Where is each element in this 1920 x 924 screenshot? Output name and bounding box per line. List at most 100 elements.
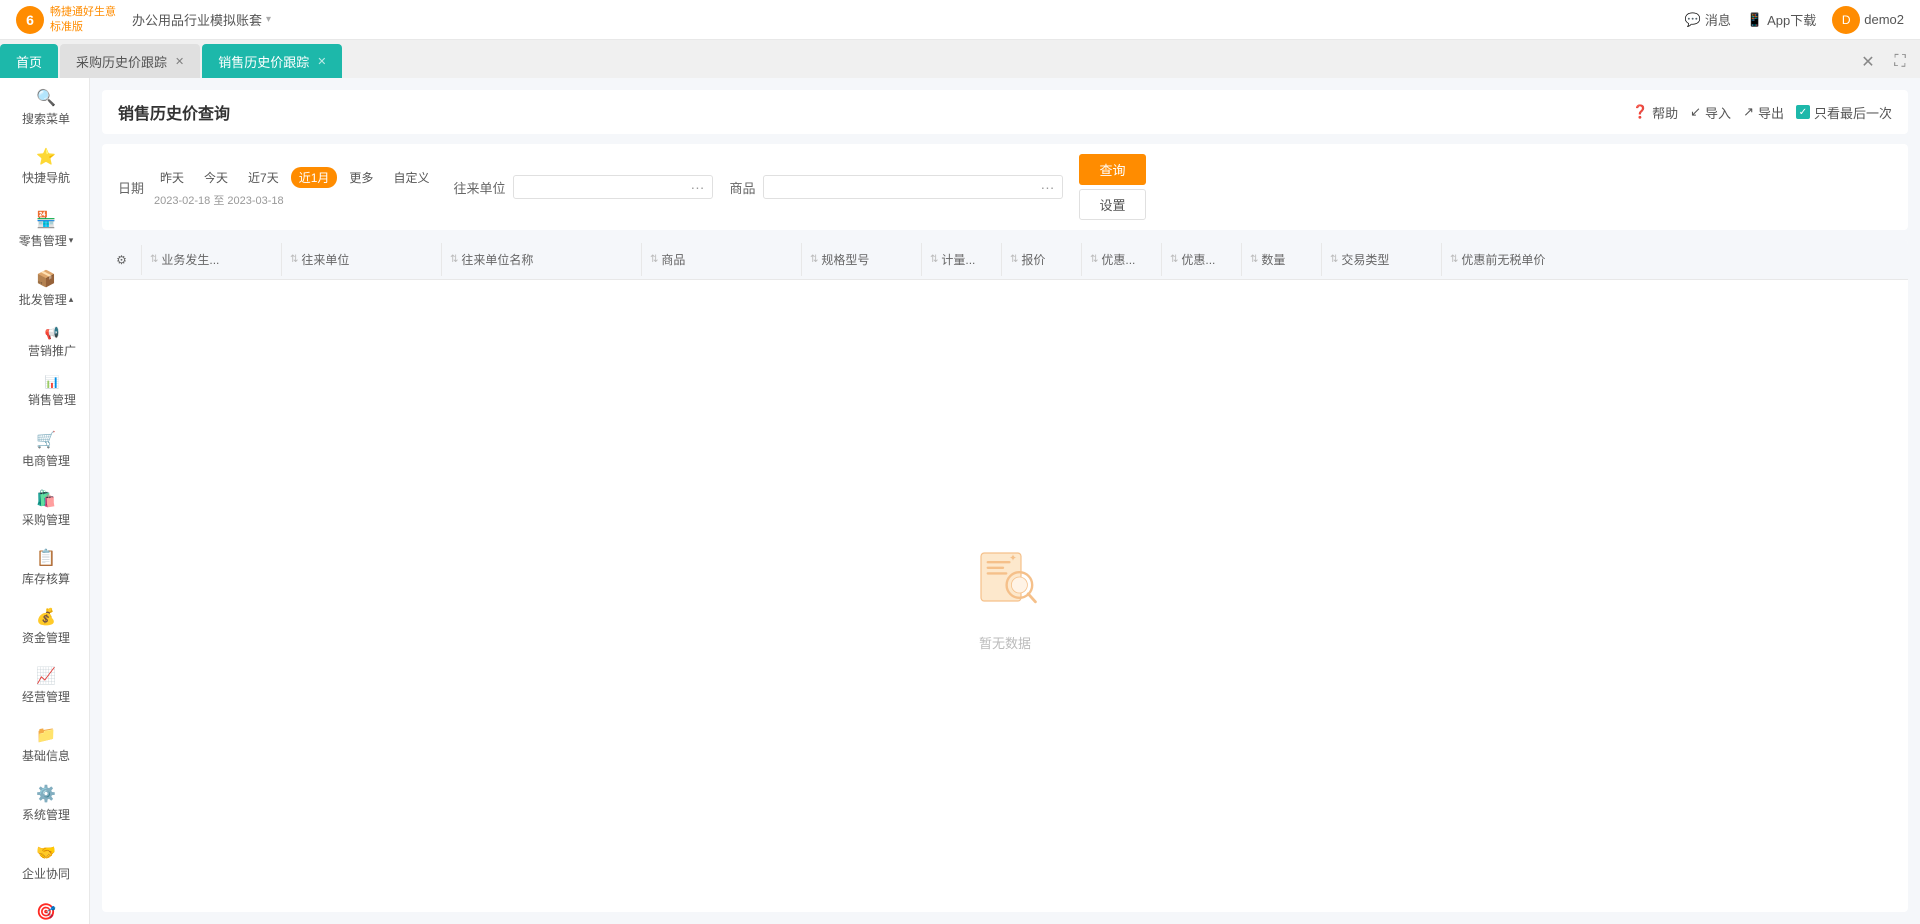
- sidebar-item-retail[interactable]: 🏪 零售管理 ▾: [0, 200, 89, 259]
- purchase-icon: 🛍️: [36, 489, 56, 509]
- workspace-selector[interactable]: 办公用品行业模拟账套 ▾: [124, 6, 279, 33]
- sort-icon-10[interactable]: ⇅: [1250, 254, 1258, 265]
- sidebar-item-search-menu[interactable]: 🔍 搜索菜单: [0, 78, 89, 137]
- th-partner-code: ⇅ 往来单位: [282, 243, 442, 276]
- sort-icon-7[interactable]: ⇅: [1010, 254, 1018, 265]
- header-right: 💬 消息 📱 App下载 D demo2: [1685, 6, 1904, 34]
- partner-dots[interactable]: ···: [690, 179, 704, 195]
- goods-dots[interactable]: ···: [1040, 179, 1054, 195]
- sort-up-icon[interactable]: ⇅: [150, 254, 158, 265]
- tab-sales-close[interactable]: ✕: [317, 55, 326, 68]
- tab-purchase-label: 采购历史价跟踪: [76, 52, 167, 71]
- tab-sales-history[interactable]: 销售历史价跟踪 ✕: [202, 44, 342, 78]
- sidebar-item-inventory[interactable]: 📋 库存核算: [0, 538, 89, 597]
- sidebar-item-label: 批发管理 ▴: [19, 291, 74, 308]
- date-filter-label: 日期: [118, 178, 144, 197]
- sort-icon-2[interactable]: ⇅: [290, 254, 298, 265]
- search-menu-icon: 🔍: [36, 88, 56, 108]
- query-button[interactable]: 查询: [1079, 154, 1145, 185]
- th-price: ⇅ 报价: [1002, 243, 1082, 276]
- empty-text: 暂无数据: [979, 633, 1031, 652]
- date-filter-group: 日期 昨天 今天 近7天 近1月 更多 自定义 2023-02-18 至 202…: [118, 167, 437, 208]
- sidebar-item-wholesale[interactable]: 📦 批发管理 ▴: [0, 259, 89, 318]
- th-discount2: ⇅ 优惠...: [1162, 243, 1242, 276]
- date-tab-yesterday[interactable]: 昨天: [152, 167, 192, 188]
- only-last-checkbox[interactable]: ✓: [1796, 105, 1810, 119]
- sidebar-item-ecommerce[interactable]: 🛒 电商管理: [0, 420, 89, 479]
- tab-home[interactable]: 首页: [0, 44, 58, 78]
- download-icon: 📱: [1747, 12, 1763, 28]
- th-quantity: ⇅ 数量: [1242, 243, 1322, 276]
- sort-icon-11[interactable]: ⇅: [1330, 254, 1338, 265]
- sort-icon-5[interactable]: ⇅: [810, 254, 818, 265]
- th-pre-tax-price: ⇅ 优惠前无税单价: [1442, 243, 1908, 276]
- message-action[interactable]: 💬 消息: [1685, 10, 1731, 29]
- partner-label: 往来单位: [453, 178, 505, 197]
- export-action[interactable]: ↗ 导出: [1743, 103, 1784, 122]
- sidebar-item-label: 快捷导航: [22, 169, 70, 186]
- partner-filter-group: 往来单位 ···: [453, 175, 713, 199]
- sales-mgmt-icon: 📊: [45, 375, 60, 389]
- message-icon: 💬: [1685, 12, 1701, 28]
- goods-input[interactable]: ···: [763, 175, 1063, 199]
- tab-bar-actions: ✕ ⛶: [1856, 50, 1920, 78]
- inventory-icon: 📋: [36, 548, 56, 568]
- sidebar-item-quick-nav[interactable]: ⭐ 快捷导航: [0, 137, 89, 196]
- tab-purchase-history[interactable]: 采购历史价跟踪 ✕: [60, 44, 200, 78]
- filter-actions: 查询 设置: [1079, 154, 1145, 220]
- table-container: ⚙ ⇅ 业务发生... ⇅ 往来单位 ⇅ 往来单位名称: [102, 240, 1908, 912]
- finance-icon: 💰: [36, 607, 56, 627]
- date-filter: 昨天 今天 近7天 近1月 更多 自定义 2023-02-18 至 2023-0…: [152, 167, 437, 208]
- sort-icon-8[interactable]: ⇅: [1090, 254, 1098, 265]
- user-area[interactable]: D demo2: [1832, 6, 1904, 34]
- logo-text: 畅捷通好生意 标准版: [50, 5, 116, 34]
- date-tab-custom[interactable]: 自定义: [385, 167, 437, 188]
- partner-input[interactable]: ···: [513, 175, 713, 199]
- sidebar-item-sales-mgmt[interactable]: 📊 销售管理: [0, 367, 89, 416]
- sort-icon-12[interactable]: ⇅: [1450, 254, 1458, 265]
- sort-icon-9[interactable]: ⇅: [1170, 254, 1178, 265]
- sidebar-item-enterprise[interactable]: 🤝 企业协同: [0, 833, 89, 892]
- sidebar-item-purchase[interactable]: 🛍️ 采购管理: [0, 479, 89, 538]
- avatar: D: [1832, 6, 1860, 34]
- th-partner-name: ⇅ 往来单位名称: [442, 243, 642, 276]
- sort-icon-6[interactable]: ⇅: [930, 254, 938, 265]
- sidebar-item-newbie[interactable]: 🎯 新手引导: [0, 892, 89, 924]
- sort-icon-4[interactable]: ⇅: [650, 254, 658, 265]
- th-trade-type: ⇅ 交易类型: [1322, 243, 1442, 276]
- system-icon: ⚙️: [36, 784, 56, 804]
- sidebar-item-business[interactable]: 📈 经营管理: [0, 656, 89, 715]
- only-last-checkbox-label[interactable]: ✓ 只看最后一次: [1796, 103, 1892, 122]
- date-tab-more[interactable]: 更多: [341, 167, 381, 188]
- retail-arrow: ▾: [69, 235, 74, 246]
- date-tab-today[interactable]: 今天: [196, 167, 236, 188]
- page-title-actions: ❓ 帮助 ↙ 导入 ↗ 导出 ✓ 只看最后一次: [1632, 103, 1892, 122]
- page-title-bar: 销售历史价查询 ❓ 帮助 ↙ 导入 ↗ 导出 ✓: [102, 90, 1908, 134]
- import-action[interactable]: ↙ 导入: [1690, 103, 1731, 122]
- tab-sales-label: 销售历史价跟踪: [218, 52, 309, 71]
- sidebar-item-system[interactable]: ⚙️ 系统管理: [0, 774, 89, 833]
- sort-icon-3[interactable]: ⇅: [450, 254, 458, 265]
- date-range-text: 2023-02-18 至 2023-03-18: [152, 192, 437, 208]
- page-title: 销售历史价查询: [118, 100, 230, 124]
- main-layout: 🔍 搜索菜单 ⭐ 快捷导航 🏪 零售管理 ▾ 📦 批发管理 ▴ 📢 营销推广: [0, 78, 1920, 924]
- sidebar-item-label: 零售管理 ▾: [19, 232, 74, 249]
- tab-close-all[interactable]: ✕: [1856, 50, 1880, 74]
- sidebar-item-basic-info[interactable]: 📁 基础信息: [0, 715, 89, 774]
- basic-info-icon: 📁: [36, 725, 56, 745]
- wholesale-arrow: ▴: [69, 294, 74, 305]
- sidebar-item-finance[interactable]: 💰 资金管理: [0, 597, 89, 656]
- tab-purchase-close[interactable]: ✕: [175, 55, 184, 68]
- marketing-icon: 📢: [45, 326, 60, 340]
- date-tab-1month[interactable]: 近1月: [291, 167, 338, 188]
- import-icon: ↙: [1690, 104, 1701, 120]
- date-tabs: 昨天 今天 近7天 近1月 更多 自定义: [152, 167, 437, 188]
- sidebar: 🔍 搜索菜单 ⭐ 快捷导航 🏪 零售管理 ▾ 📦 批发管理 ▴ 📢 营销推广: [0, 78, 90, 924]
- th-gear[interactable]: ⚙: [102, 245, 142, 275]
- help-action[interactable]: ❓ 帮助: [1632, 103, 1678, 122]
- date-tab-last7[interactable]: 近7天: [240, 167, 287, 188]
- tab-fullscreen[interactable]: ⛶: [1888, 50, 1912, 74]
- app-download-action[interactable]: 📱 App下载: [1747, 10, 1816, 29]
- settings-button[interactable]: 设置: [1079, 189, 1145, 220]
- sidebar-item-marketing[interactable]: 📢 营销推广: [0, 318, 89, 367]
